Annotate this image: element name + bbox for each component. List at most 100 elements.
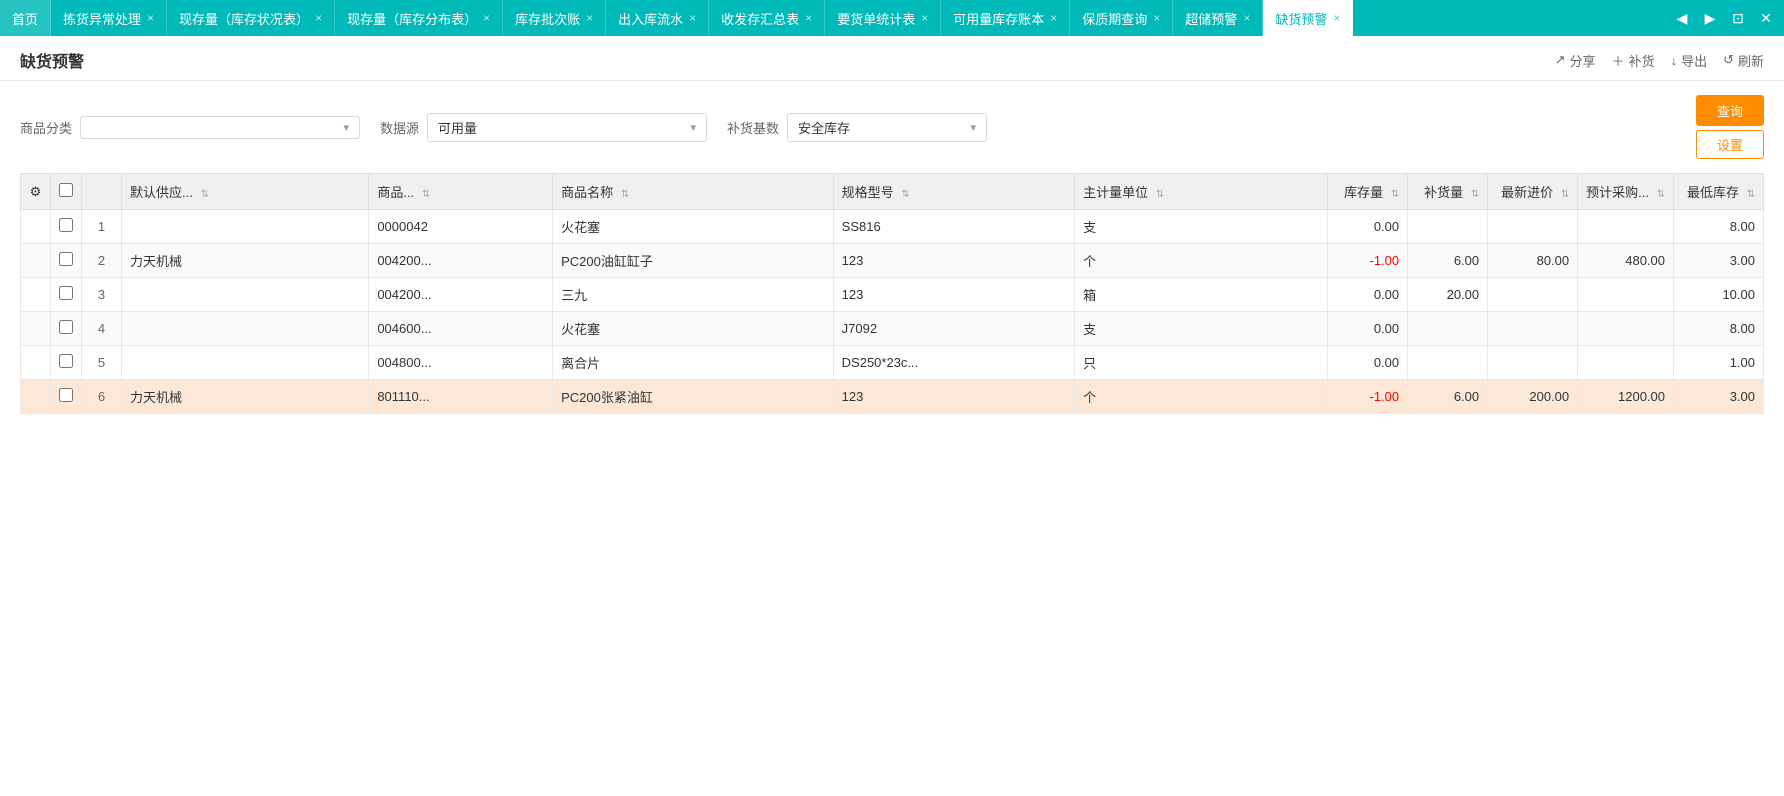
nav-tab-11[interactable]: 缺货预警× (1263, 0, 1353, 36)
row-supplier (122, 278, 369, 312)
page-title: 缺货预警 (20, 48, 84, 72)
row-code: 801110... (369, 380, 553, 414)
code-header[interactable]: 商品... ⇅ (369, 174, 553, 210)
row-supplier: 力天机械 (122, 244, 369, 278)
nav-tab-8[interactable]: 可用量库存账本× (941, 0, 1070, 36)
nav-tab-close[interactable]: × (805, 11, 812, 25)
nav-tab-close[interactable]: × (147, 11, 154, 25)
share-button[interactable]: ↗ 分享 (1555, 51, 1596, 70)
supplier-header[interactable]: 默认供应... ⇅ (122, 174, 369, 210)
nav-tab-9[interactable]: 保质期查询× (1070, 0, 1173, 36)
nav-tab-close[interactable]: × (921, 11, 928, 25)
row-index: 3 (82, 278, 122, 312)
est-header[interactable]: 预计采购... ⇅ (1578, 174, 1674, 210)
table-row: 5 004800... 离合片 DS250*23c... 只 0.00 1.00 (21, 346, 1764, 380)
row-checkbox[interactable] (59, 354, 73, 368)
spec-header-label: 规格型号 (842, 185, 894, 200)
nav-tab-close[interactable]: × (1050, 11, 1057, 25)
gear-header[interactable]: ⚙ (21, 174, 51, 210)
row-checkbox-cell[interactable] (51, 244, 82, 278)
row-checkbox-cell[interactable] (51, 312, 82, 346)
nav-tab-6[interactable]: 收发存汇总表× (709, 0, 825, 36)
nav-tab-label: 要货单统计表 (837, 9, 915, 28)
name-sort-icon: ⇅ (621, 189, 629, 200)
export-button[interactable]: ↓ 导出 (1671, 51, 1708, 70)
datasource-select[interactable]: 可用量 ▾ (427, 113, 707, 142)
nav-tab-10[interactable]: 超储预警× (1173, 0, 1263, 36)
nav-tab-3[interactable]: 现存量（库存分布表）× (335, 0, 503, 36)
unit-sort-icon: ⇅ (1156, 189, 1164, 200)
row-replenish (1408, 312, 1488, 346)
replenish-button[interactable]: ＋ 补货 (1612, 51, 1655, 70)
table-row: 6 力天机械 801110... PC200张紧油缸 123 个 -1.00 6… (21, 380, 1764, 414)
replenish-label: 补货基数 (727, 118, 779, 137)
category-label: 商品分类 (20, 118, 72, 137)
row-checkbox-cell[interactable] (51, 380, 82, 414)
row-min-stock: 1.00 (1674, 346, 1764, 380)
nav-controls: ◀ ▶ ⊡ ✕ (1664, 4, 1784, 32)
replenish-header[interactable]: 补货量 ⇅ (1408, 174, 1488, 210)
row-checkbox-cell[interactable] (51, 346, 82, 380)
page-container: 缺货预警 ↗ 分享 ＋ 补货 ↓ 导出 ↺ 刷新 商品分类 (0, 36, 1784, 796)
replenish-sort-icon: ⇅ (1471, 189, 1479, 200)
nav-tab-2[interactable]: 现存量（库存状况表）× (167, 0, 335, 36)
nav-tab-close[interactable]: × (586, 11, 593, 25)
row-stock: 0.00 (1328, 312, 1408, 346)
datasource-label: 数据源 (380, 118, 419, 137)
spec-header[interactable]: 规格型号 ⇅ (833, 174, 1075, 210)
filter-area: 商品分类 ▾ 数据源 可用量 ▾ 补货基数 安全库存 ▾ 查询 设置 (0, 81, 1784, 173)
est-header-label: 预计采购... (1586, 185, 1649, 200)
nav-tab-close[interactable]: × (483, 11, 490, 25)
nav-tab-1[interactable]: 拣货异常处理× (51, 0, 167, 36)
name-header[interactable]: 商品名称 ⇅ (553, 174, 834, 210)
nav-tab-5[interactable]: 出入库流水× (606, 0, 709, 36)
row-checkbox-cell[interactable] (51, 210, 82, 244)
row-name: 三九 (553, 278, 834, 312)
code-header-label: 商品... (377, 185, 414, 200)
replenish-select[interactable]: 安全库存 ▾ (787, 113, 987, 142)
row-spec: SS816 (833, 210, 1075, 244)
unit-header[interactable]: 主计量单位 ⇅ (1075, 174, 1328, 210)
select-all-checkbox[interactable] (59, 183, 73, 197)
nav-close-btn[interactable]: ✕ (1752, 4, 1780, 32)
row-checkbox[interactable] (59, 218, 73, 232)
refresh-icon: ↺ (1723, 52, 1734, 68)
minstock-header[interactable]: 最低库存 ⇅ (1674, 174, 1764, 210)
gear-icon: ⚙ (30, 184, 42, 199)
row-code: 004200... (369, 278, 553, 312)
nav-next-btn[interactable]: ▶ (1696, 4, 1724, 32)
replenish-select-value: 安全库存 (798, 118, 850, 137)
nav-tab-close[interactable]: × (315, 11, 322, 25)
nav-tab-close[interactable]: × (1153, 11, 1160, 25)
nav-tab-close[interactable]: × (1333, 11, 1340, 25)
nav-prev-btn[interactable]: ◀ (1668, 4, 1696, 32)
category-select[interactable]: ▾ (80, 116, 360, 139)
row-supplier (122, 346, 369, 380)
nav-tab-0[interactable]: 首页 (0, 0, 51, 36)
price-header[interactable]: 最新进价 ⇅ (1488, 174, 1578, 210)
name-header-label: 商品名称 (561, 185, 613, 200)
row-index: 6 (82, 380, 122, 414)
row-checkbox[interactable] (59, 320, 73, 334)
query-button[interactable]: 查询 (1696, 95, 1764, 126)
nav-tab-close[interactable]: × (689, 11, 696, 25)
nav-tab-7[interactable]: 要货单统计表 × (825, 0, 941, 36)
nav-tab-close[interactable]: × (1243, 11, 1250, 25)
row-unit: 支 (1075, 210, 1328, 244)
nav-window-btn[interactable]: ⊡ (1724, 4, 1752, 32)
row-checkbox[interactable] (59, 252, 73, 266)
row-checkbox-cell[interactable] (51, 278, 82, 312)
table-row: 2 力天机械 004200... PC200油缸缸子 123 个 -1.00 6… (21, 244, 1764, 278)
nav-tab-label: 首页 (12, 9, 38, 28)
row-latest-price: 80.00 (1488, 244, 1578, 278)
price-sort-icon: ⇅ (1561, 189, 1569, 200)
nav-tab-4[interactable]: 库存批次账× (503, 0, 606, 36)
settings-button[interactable]: 设置 (1696, 130, 1764, 159)
row-checkbox[interactable] (59, 286, 73, 300)
code-sort-icon: ⇅ (422, 189, 430, 200)
select-all-header[interactable] (51, 174, 82, 210)
row-spec: 123 (833, 244, 1075, 278)
refresh-button[interactable]: ↺ 刷新 (1723, 51, 1764, 70)
row-checkbox[interactable] (59, 388, 73, 402)
stock-header[interactable]: 库存量 ⇅ (1328, 174, 1408, 210)
